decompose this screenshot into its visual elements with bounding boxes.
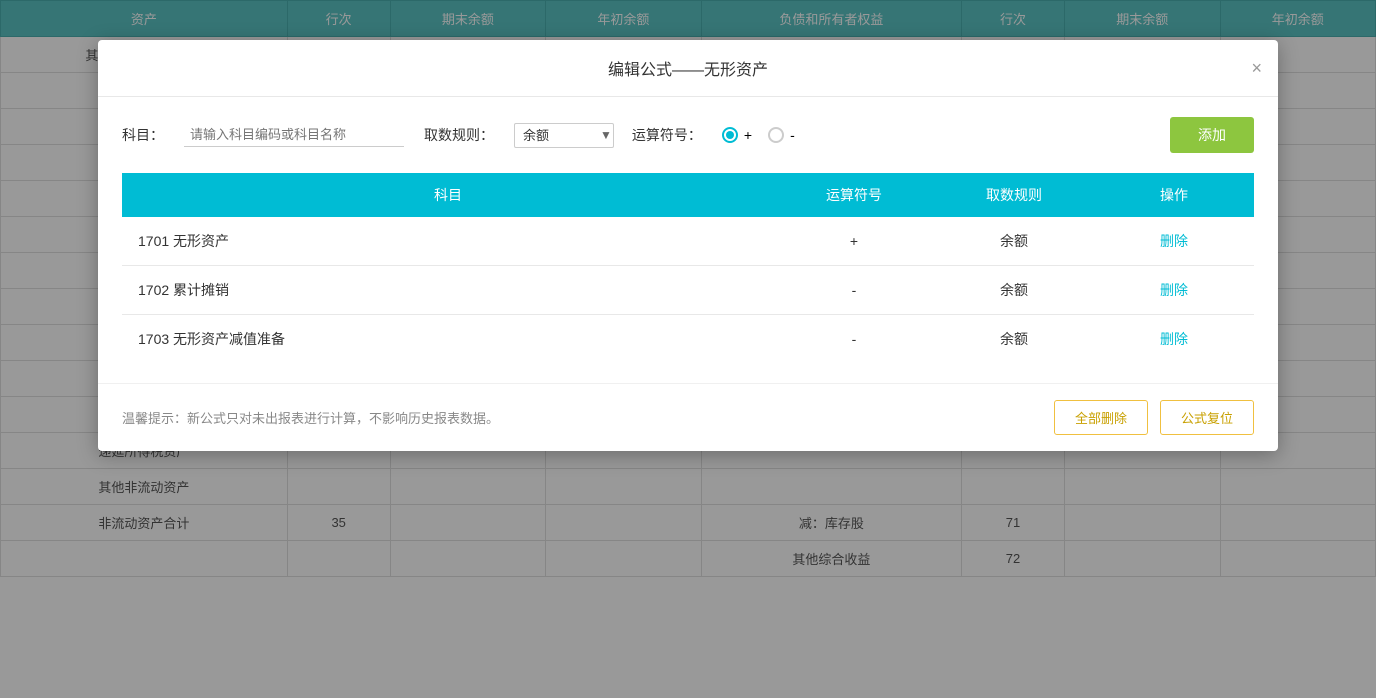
radio-plus-label: +: [744, 127, 752, 143]
delete-row-link[interactable]: 删除: [1160, 233, 1188, 249]
rule-select[interactable]: 余额 借方 贷方 借方发生额 贷方发生额: [514, 123, 614, 148]
formula-subject: 1702 累计摊销: [122, 266, 774, 315]
table-row: 1703 无形资产减值准备-余额 删除: [122, 315, 1254, 364]
formula-action: 删除: [1094, 266, 1254, 315]
formula-action: 删除: [1094, 315, 1254, 364]
modal-footer: 温馨提示：新公式只对未出报表进行计算，不影响历史报表数据。 全部删除 公式复位: [98, 383, 1278, 451]
rule-select-wrap: 余额 借方 贷方 借方发生额 贷方发生额 ▼: [514, 123, 612, 148]
footer-buttons: 全部删除 公式复位: [1054, 400, 1254, 435]
table-row: 1701 无形资产+余额 删除: [122, 217, 1254, 266]
formula-table: 科目 运算符号 取数规则 操作 1701 无形资产+余额删除1702 累计摊销-…: [122, 173, 1254, 363]
radio-minus[interactable]: -: [768, 127, 795, 143]
delete-row-link[interactable]: 删除: [1160, 331, 1188, 347]
delete-row-link[interactable]: 删除: [1160, 282, 1188, 298]
table-row: 1702 累计摊销-余额 删除: [122, 266, 1254, 315]
modal-overlay: 编辑公式——无形资产 × 科目： 取数规则： 余额 借方 贷方 借方发生额 贷方…: [0, 0, 1376, 698]
radio-minus-label: -: [790, 127, 795, 143]
table-header-operator: 运算符号: [774, 173, 934, 217]
table-header-action: 操作: [1094, 173, 1254, 217]
radio-minus-indicator: [768, 127, 784, 143]
add-button[interactable]: 添加: [1170, 117, 1254, 153]
modal-body: 科目： 取数规则： 余额 借方 贷方 借方发生额 贷方发生额 ▼ 运算符号：: [98, 97, 1278, 383]
modal-close-button[interactable]: ×: [1251, 59, 1262, 77]
formula-operator: +: [774, 217, 934, 266]
modal-dialog: 编辑公式——无形资产 × 科目： 取数规则： 余额 借方 贷方 借方发生额 贷方…: [98, 40, 1278, 451]
formula-subject: 1703 无形资产减值准备: [122, 315, 774, 364]
rule-label: 取数规则：: [424, 125, 494, 145]
formula-operator: -: [774, 315, 934, 364]
formula-subject: 1701 无形资产: [122, 217, 774, 266]
formula-operator: -: [774, 266, 934, 315]
formula-rule: 余额: [934, 266, 1094, 315]
formula-rule: 余额: [934, 315, 1094, 364]
formula-action: 删除: [1094, 217, 1254, 266]
operator-radio-group: + -: [722, 127, 795, 143]
form-row: 科目： 取数规则： 余额 借方 贷方 借方发生额 贷方发生额 ▼ 运算符号：: [122, 117, 1254, 153]
subject-input[interactable]: [184, 123, 404, 147]
operator-label: 运算符号：: [632, 125, 702, 145]
modal-header: 编辑公式——无形资产 ×: [98, 40, 1278, 97]
table-header-rule: 取数规则: [934, 173, 1094, 217]
table-header-subject: 科目: [122, 173, 774, 217]
radio-plus[interactable]: +: [722, 127, 752, 143]
formula-rule: 余额: [934, 217, 1094, 266]
delete-all-button[interactable]: 全部删除: [1054, 400, 1148, 435]
radio-plus-indicator: [722, 127, 738, 143]
reset-button[interactable]: 公式复位: [1160, 400, 1254, 435]
modal-title: 编辑公式——无形资产: [608, 62, 768, 79]
subject-label: 科目：: [122, 125, 164, 145]
hint-text: 温馨提示：新公式只对未出报表进行计算，不影响历史报表数据。: [122, 408, 499, 427]
